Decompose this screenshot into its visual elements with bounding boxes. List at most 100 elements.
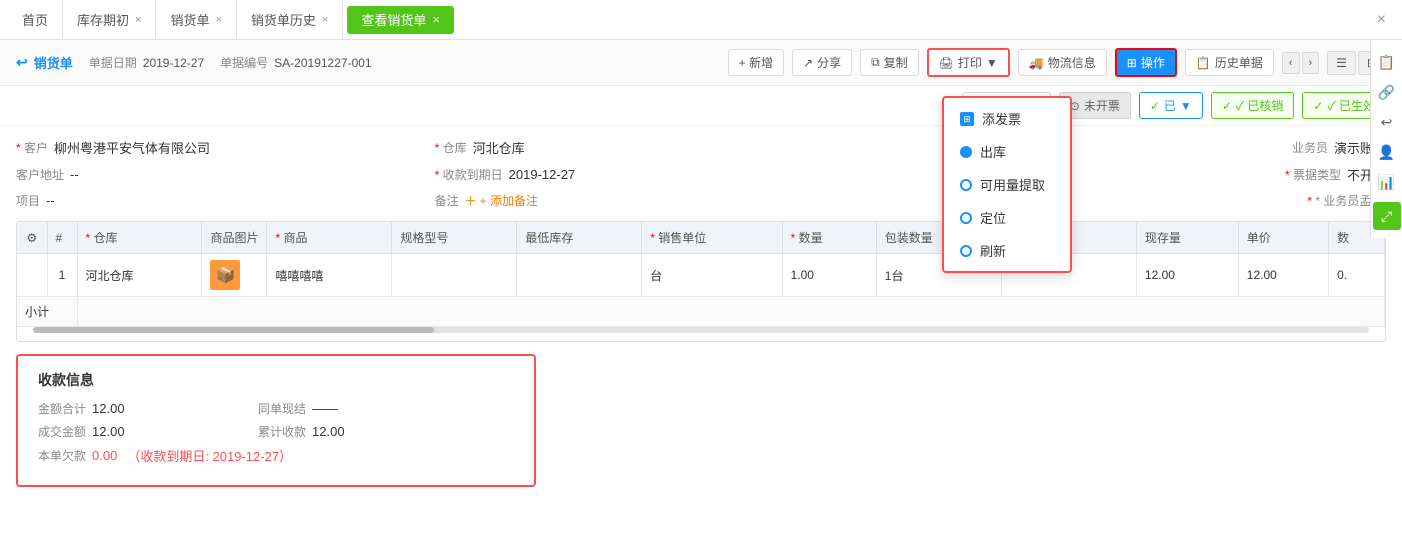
col-qty: * 数量 <box>782 222 876 254</box>
summary-row-2: 成交金额 12.00 累计收款 12.00 <box>38 423 514 440</box>
confirm-dropdown: ▼ <box>1180 99 1192 113</box>
confirm-button[interactable]: ✓ 已 ▼ <box>1139 92 1203 119</box>
total-amount-value: 12.00 <box>92 401 125 416</box>
tab-view-sales-close[interactable]: × <box>432 12 440 27</box>
sidebar-icon-doc[interactable]: 📋 <box>1373 48 1401 76</box>
summary-box: 收款信息 金额合计 12.00 同单现结 —— 成交金额 12.00 累计收款 … <box>16 354 536 487</box>
doc-type-icon: ↩ <box>16 54 28 71</box>
customer-field: 客户 柳州粤港平安气体有限公司 <box>16 138 397 157</box>
dropdown-refresh[interactable]: 刷新 <box>944 234 1070 267</box>
summary-same-settle: 同单现结 —— <box>258 400 438 417</box>
total-collected-label: 累计收款 <box>258 423 306 440</box>
form-row-1: 客户 柳州粤港平安气体有限公司 仓库 河北仓库 业务员 演示账号 <box>16 138 1386 157</box>
doc-type-label: 销货单 <box>34 53 73 72</box>
project-label: 项目 <box>16 192 40 209</box>
dropdown-locate[interactable]: 定位 <box>944 201 1070 234</box>
col-stock: 现存量 <box>1136 222 1238 254</box>
share-button[interactable]: ↗ 分享 <box>792 49 852 76</box>
prev-button[interactable]: ‹ <box>1282 52 1300 74</box>
same-settle-value: —— <box>312 401 338 416</box>
col-gear[interactable]: ⚙ <box>17 222 47 254</box>
warehouse-field: 仓库 河北仓库 <box>435 138 816 157</box>
print-icon: 🖨 <box>939 56 954 70</box>
col-img: 商品图片 <box>202 222 267 254</box>
print-button[interactable]: 🖨 打印 ▼ <box>927 48 1010 77</box>
scrollbar-track[interactable] <box>33 327 1369 333</box>
tab-inventory-init[interactable]: 库存期初 × <box>63 0 156 40</box>
address-field: 客户地址 -- <box>16 166 397 183</box>
add-invoice-icon: ⊞ <box>960 112 974 126</box>
nav-arrows: ‹ › <box>1282 52 1319 74</box>
summary-row-3: 本单欠款 0.00 （收款到期日: 2019-12-27） <box>38 446 514 465</box>
dropdown-available-qty[interactable]: 可用量提取 <box>944 168 1070 201</box>
locate-icon <box>960 212 972 224</box>
logistics-icon: 🚚 <box>1029 56 1044 70</box>
dropdown-add-invoice[interactable]: ⊞ 添发票 <box>944 102 1070 135</box>
sidebar-icon-chart[interactable]: 📊 <box>1373 168 1401 196</box>
cell-spec <box>392 254 517 297</box>
staff-label: 业务员 <box>1292 139 1328 156</box>
summary-title: 收款信息 <box>38 370 514 390</box>
list-view-button[interactable]: ☰ <box>1327 51 1356 75</box>
due-date-field: 收款到期日 2019-12-27 <box>435 166 816 183</box>
owed-label: 本单欠款 <box>38 447 86 464</box>
share-icon: ↗ <box>803 56 813 70</box>
owed-suffix: （收款到期日: 2019-12-27） <box>127 446 292 465</box>
sidebar-icon-return[interactable]: ↩ <box>1373 108 1401 136</box>
form-row-3: 项目 -- 备注 ＋ + 添加备注 * 业务员孟 -- <box>16 192 1386 209</box>
tab-inventory-init-close[interactable]: × <box>135 14 141 26</box>
sidebar-icon-link[interactable]: 🔗 <box>1373 78 1401 106</box>
due-date-value[interactable]: 2019-12-27 <box>509 167 576 182</box>
operations-button[interactable]: ⊞ 操作 <box>1115 48 1177 77</box>
cell-img: 📦 <box>202 254 267 297</box>
toolbar-row: 📱 来自手机 ⊙ 未开票 ✓ 已 ▼ ✓ ✓ 已核销 ✓ ✓ 已生效 <box>0 86 1402 126</box>
tab-view-sales[interactable]: 查看销货单 × <box>347 6 454 34</box>
tab-home[interactable]: 首页 <box>8 0 63 40</box>
available-qty-icon <box>960 179 972 191</box>
table-row: 1 河北仓库 📦 嘻嘻嘻嘻 台 1.00 1台 12.00 12.00 <box>17 254 1385 297</box>
cell-unit: 台 <box>642 254 782 297</box>
tab-bar: 首页 库存期初 × 销货单 × 销货单历史 × 查看销货单 × × <box>0 0 1402 40</box>
table-scroll[interactable]: ⚙ # * 仓库 商品图片 * 商品 规格型号 最低库存 * 销售单位 * 数量… <box>17 222 1385 327</box>
summary-row-1: 金额合计 12.00 同单现结 —— <box>38 400 514 417</box>
next-button[interactable]: › <box>1302 52 1320 74</box>
cancelled-button[interactable]: ✓ ✓ 已核销 <box>1211 92 1295 119</box>
col-unit: * 销售单位 <box>642 222 782 254</box>
check-icon: ✓ <box>1150 99 1160 113</box>
tab-sales-order[interactable]: 销货单 × <box>156 0 236 40</box>
note-field: 备注 ＋ + 添加备注 <box>435 192 816 209</box>
col-unit-price: 单价 <box>1238 222 1328 254</box>
due-date-label: 收款到期日 <box>435 166 503 183</box>
tab-sales-history-close[interactable]: × <box>322 14 328 26</box>
salesperson-label: * 业务员孟 <box>1307 192 1371 209</box>
cell-gear <box>17 254 47 297</box>
history-button[interactable]: 📋 历史单据 <box>1185 49 1274 76</box>
tab-sales-history[interactable]: 销货单历史 × <box>237 0 343 40</box>
project-field: 项目 -- <box>16 192 397 209</box>
address-label: 客户地址 <box>16 166 64 183</box>
copy-button[interactable]: ⧉ 复制 <box>860 49 919 76</box>
new-button[interactable]: + 新增 <box>728 49 784 76</box>
logistics-button[interactable]: 🚚 物流信息 <box>1018 49 1107 76</box>
sidebar-icon-expand[interactable]: ⤢ <box>1373 202 1401 230</box>
tab-sales-order-close[interactable]: × <box>215 14 221 26</box>
add-note-button[interactable]: ＋ + 添加备注 <box>465 192 538 209</box>
tab-bar-close[interactable]: × <box>1369 11 1394 29</box>
address-value[interactable]: -- <box>70 167 79 182</box>
cell-warehouse: 河北仓库 <box>77 254 202 297</box>
cell-stock: 12.00 <box>1136 254 1238 297</box>
cell-amount: 0. <box>1329 254 1385 297</box>
dropdown-outbound[interactable]: 出库 <box>944 135 1070 168</box>
doc-number-meta: 单据编号 SA-20191227-001 <box>220 54 371 71</box>
table-header-row: ⚙ # * 仓库 商品图片 * 商品 规格型号 最低库存 * 销售单位 * 数量… <box>17 222 1385 254</box>
operations-icon: ⊞ <box>1127 56 1137 70</box>
subtotal-row: 小计 <box>17 297 1385 327</box>
refresh-icon <box>960 245 972 257</box>
sidebar-icon-user[interactable]: 👤 <box>1373 138 1401 166</box>
summary-total-collected: 累计收款 12.00 <box>258 423 438 440</box>
customer-value[interactable]: 柳州粤港平安气体有限公司 <box>54 138 210 157</box>
subtotal-label: 小计 <box>17 297 77 327</box>
project-value[interactable]: -- <box>46 193 55 208</box>
main-container: ↩ 销货单 单据日期 2019-12-27 单据编号 SA-20191227-0… <box>0 40 1402 533</box>
warehouse-value[interactable]: 河北仓库 <box>473 138 525 157</box>
